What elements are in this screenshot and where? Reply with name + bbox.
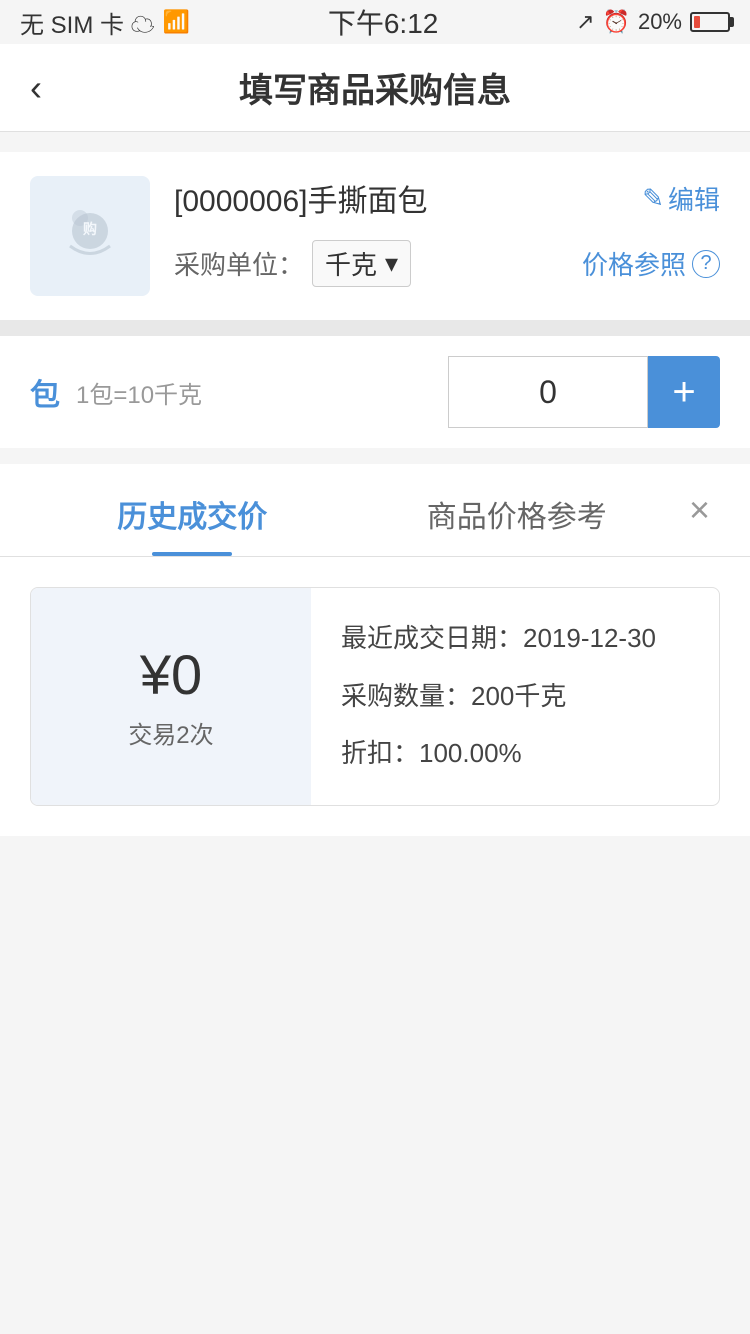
quantity-left: 包 1包=10千克 <box>30 370 202 414</box>
status-bar: 无 SIM 卡 ☁ 📶 下午6:12 ↗ ⏰ 20% <box>0 0 750 44</box>
battery-indicator <box>690 12 730 32</box>
unit-value: 千克 <box>325 245 377 282</box>
edit-button[interactable]: ✎ 编辑 <box>642 180 720 217</box>
product-name: [0000006]手撕面包 <box>174 176 427 220</box>
transaction-date-row: 最近成交日期：2019-12-30 <box>341 618 689 660</box>
quantity-right: + <box>448 356 720 428</box>
battery-percent: 20% <box>638 9 682 35</box>
product-header: [0000006]手撕面包 ✎ 编辑 <box>174 176 720 220</box>
alarm-icon: ⏰ <box>603 9 630 35</box>
transaction-price: ¥0 <box>140 642 202 707</box>
page-title: 填写商品采购信息 <box>239 63 511 112</box>
wifi-icon: 📶 <box>163 9 190 35</box>
transaction-price-panel: ¥0 交易2次 <box>31 588 311 805</box>
price-ref-button[interactable]: 价格参照 ? <box>582 245 720 282</box>
nav-bar: ‹ 填写商品采购信息 <box>0 44 750 132</box>
quantity-row: 包 1包=10千克 + <box>0 336 750 448</box>
transaction-discount-row: 折扣：100.00% <box>341 733 689 775</box>
product-image: 购 <box>30 176 150 296</box>
product-info: [0000006]手撕面包 ✎ 编辑 采购单位： 千克 ▾ 价格参照 ? <box>174 176 720 287</box>
transaction-details-panel: 最近成交日期：2019-12-30 采购数量：200千克 折扣：100.00% <box>311 588 719 805</box>
unit-label: 采购单位： <box>174 245 304 282</box>
edit-icon: ✎ <box>642 183 664 214</box>
package-icon: 包 <box>30 370 60 414</box>
help-icon: ? <box>692 250 720 278</box>
transaction-card: ¥0 交易2次 最近成交日期：2019-12-30 采购数量：200千克 折扣：… <box>30 587 720 806</box>
quantity-plus-button[interactable]: + <box>648 356 720 428</box>
product-unit-row: 采购单位： 千克 ▾ 价格参照 ? <box>174 240 720 287</box>
tab-price-reference[interactable]: 商品价格参考 <box>354 464 678 556</box>
section-divider <box>0 320 750 336</box>
quantity-input[interactable] <box>448 356 648 428</box>
product-icon: 购 <box>50 196 130 276</box>
chevron-down-icon: ▾ <box>385 248 398 279</box>
back-button[interactable]: ‹ <box>20 57 52 119</box>
transaction-section: ¥0 交易2次 最近成交日期：2019-12-30 采购数量：200千克 折扣：… <box>0 557 750 836</box>
tab-close-button[interactable]: × <box>679 482 720 538</box>
tabs-panel: 历史成交价 商品价格参考 × ¥0 交易2次 最近成交日期：2019-12-30… <box>0 464 750 836</box>
transaction-qty-row: 采购数量：200千克 <box>341 676 689 718</box>
sim-label: 无 SIM 卡 ☁ <box>20 5 155 40</box>
tab-history-price[interactable]: 历史成交价 <box>30 464 354 556</box>
location-icon: ↗ <box>576 9 594 35</box>
package-info: 1包=10千克 <box>76 375 202 410</box>
tabs-header: 历史成交价 商品价格参考 × <box>0 464 750 557</box>
svg-text:购: 购 <box>83 221 97 237</box>
product-card: 购 [0000006]手撕面包 ✎ 编辑 采购单位： 千克 ▾ 价格参照 ? <box>0 152 750 320</box>
status-time: 下午6:12 <box>328 2 439 42</box>
status-left: 无 SIM 卡 ☁ 📶 <box>20 5 190 40</box>
unit-select[interactable]: 千克 ▾ <box>312 240 411 287</box>
transaction-count: 交易2次 <box>128 715 213 750</box>
status-right: ↗ ⏰ 20% <box>576 9 730 35</box>
